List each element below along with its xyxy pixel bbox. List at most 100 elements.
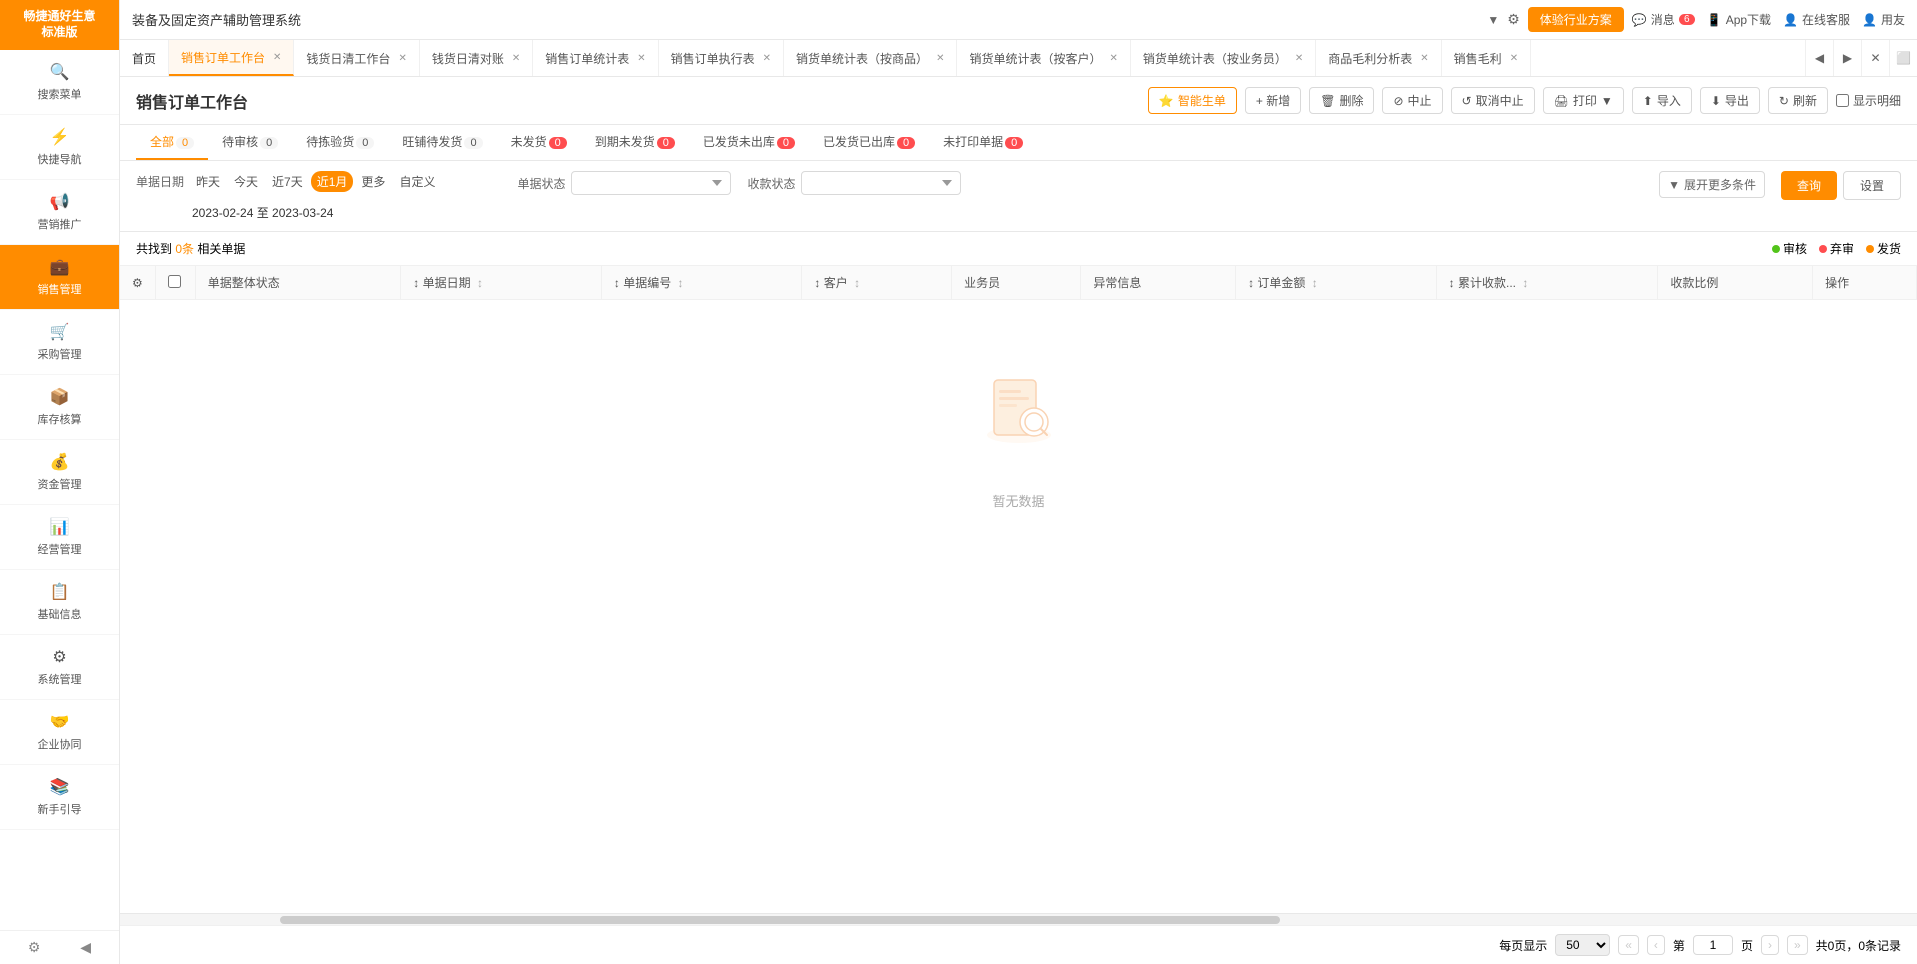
topbar-dropdown-icon[interactable]: ▼ <box>1487 13 1499 27</box>
refresh-btn[interactable]: ↻ 刷新 <box>1768 87 1828 114</box>
page-input[interactable] <box>1693 935 1733 955</box>
tab-close-sales-order-exec[interactable]: ✕ <box>763 53 771 64</box>
sidebar-item-search[interactable]: 🔍搜索菜单 <box>0 50 119 115</box>
tab-close-sales-stat-by-staff[interactable]: ✕ <box>1295 53 1303 64</box>
tab-maximize-btn[interactable]: ⬜ <box>1889 40 1917 76</box>
th-customer[interactable]: ↕ 客户 ↕ <box>802 266 952 300</box>
settings-filter-btn[interactable]: 设置 <box>1843 171 1901 200</box>
messages-action[interactable]: 💬 消息 6 <box>1632 11 1695 28</box>
count-link[interactable]: 0条 <box>175 242 194 256</box>
tab-close-sales-stat-by-product[interactable]: ✕ <box>936 53 944 64</box>
table-scroll-area[interactable]: ⚙ 单据整体状态 ↕ 单据日期 ↕ ↕ 单据编号 ↕ ↕ 客户 ↕ 业务员 异常… <box>120 266 1917 913</box>
subtab-all[interactable]: 全部0 <box>136 125 208 160</box>
stop-btn[interactable]: ⊘ 中止 <box>1382 87 1442 114</box>
sidebar-item-inventory[interactable]: 📦库存核算 <box>0 375 119 440</box>
sidebar-item-basic-info[interactable]: 📋基础信息 <box>0 570 119 635</box>
prev-page-btn[interactable]: ‹ <box>1647 935 1665 955</box>
sidebar-settings-btn[interactable]: ⚙ <box>28 939 41 956</box>
tab-cash-reconcile[interactable]: 钱货日清对账✕ <box>420 40 533 76</box>
th-number[interactable]: ↕ 单据编号 ↕ <box>601 266 802 300</box>
delete-btn[interactable]: 🗑 删除 <box>1309 87 1374 114</box>
first-page-btn[interactable]: « <box>1618 935 1639 955</box>
tab-sales-order-stat[interactable]: 销售订单统计表✕ <box>533 40 658 76</box>
tab-sales-profit[interactable]: 销售毛利✕ <box>1442 40 1531 76</box>
show-detail-checkbox[interactable]: 显示明细 <box>1836 92 1901 109</box>
tab-close-cash-daily[interactable]: ✕ <box>398 53 406 64</box>
th-setting[interactable]: ⚙ <box>120 266 155 300</box>
tab-sales-order-exec[interactable]: 销售订单执行表 ✕ <box>659 40 784 76</box>
date-filter-btn-近7天[interactable]: 近7天 <box>266 171 309 192</box>
tab-product-margin[interactable]: 商品毛利分析表✕ <box>1316 40 1441 76</box>
tab-label-sales-order-exec: 销售订单执行表 <box>671 50 755 67</box>
sidebar-item-sales[interactable]: 💼销售管理 <box>0 245 119 310</box>
tab-close-product-margin[interactable]: ✕ <box>1420 53 1428 64</box>
th-checkbox[interactable] <box>155 266 195 300</box>
import-btn[interactable]: ⬆ 导入 <box>1632 87 1692 114</box>
user-action[interactable]: 👤 用友 <box>1862 11 1905 28</box>
select-all-checkbox[interactable] <box>168 275 181 288</box>
cancel-stop-btn[interactable]: ↺ 取消中止 <box>1451 87 1535 114</box>
tab-home[interactable]: 首页 <box>120 40 169 76</box>
sidebar-collapse-btn[interactable]: ◀ <box>80 939 91 956</box>
print-btn[interactable]: 🖨 打印 ▼ <box>1543 87 1624 114</box>
date-filter-btn-更多[interactable]: 更多 <box>355 171 391 192</box>
page-size-select[interactable]: 50 100 200 <box>1555 934 1610 956</box>
tab-close-sales-stat-by-customer[interactable]: ✕ <box>1109 53 1117 64</box>
sidebar-item-cooperation[interactable]: 🤝企业协同 <box>0 700 119 765</box>
subtab-not-shipped[interactable]: 未发货0 <box>497 125 581 160</box>
subtab-wangpu-pending[interactable]: 旺铺待发货0 <box>388 125 496 160</box>
tab-close-sales-order[interactable]: ✕ <box>273 52 281 63</box>
th-amount[interactable]: ↕ 订单金额 ↕ <box>1236 266 1437 300</box>
tab-next-btn[interactable]: ▶ <box>1833 40 1861 76</box>
subtab-shipped-out[interactable]: 已发货已出库0 <box>809 125 929 160</box>
subtab-not-printed[interactable]: 未打印单据0 <box>929 125 1037 160</box>
sidebar-item-guide[interactable]: 📚新手引导 <box>0 765 119 830</box>
subtab-shipped-not-out[interactable]: 已发货未出库0 <box>689 125 809 160</box>
scrollbar-thumb[interactable] <box>280 916 1280 924</box>
scrollbar-area[interactable] <box>120 913 1917 925</box>
tab-close-sales-profit[interactable]: ✕ <box>1510 53 1518 64</box>
table-action-review[interactable]: 审核 <box>1772 240 1807 257</box>
last-page-btn[interactable]: » <box>1787 935 1808 955</box>
experience-btn[interactable]: 体验行业方案 <box>1528 7 1624 32</box>
tab-sales-stat-by-product[interactable]: 销货单统计表（按商品）✕ <box>784 40 957 76</box>
topbar-settings-icon[interactable]: ⚙ <box>1507 11 1520 28</box>
sidebar-item-system[interactable]: ⚙系统管理 <box>0 635 119 700</box>
subtab-pending-review[interactable]: 待审核0 <box>208 125 292 160</box>
expand-filter-btn[interactable]: ▼ 展开更多条件 <box>1659 171 1765 198</box>
date-filter-btn-今天[interactable]: 今天 <box>228 171 264 192</box>
sidebar-item-finance[interactable]: 💰资金管理 <box>0 440 119 505</box>
tab-close-cash-reconcile[interactable]: ✕ <box>512 53 520 64</box>
add-btn[interactable]: + 新增 <box>1245 87 1301 114</box>
status-filter-select[interactable] <box>571 171 731 195</box>
th-date[interactable]: ↕ 单据日期 ↕ <box>401 266 602 300</box>
th-collected[interactable]: ↕ 累计收款... ↕ <box>1436 266 1658 300</box>
next-page-btn[interactable]: › <box>1761 935 1779 955</box>
tab-sales-order[interactable]: 销售订单工作台✕ <box>169 40 294 76</box>
date-filter-btn-昨天[interactable]: 昨天 <box>190 171 226 192</box>
tab-sales-stat-by-staff[interactable]: 销货单统计表（按业务员）✕ <box>1131 40 1316 76</box>
export-btn[interactable]: ⬇ 导出 <box>1700 87 1760 114</box>
date-filter-btn-近1月[interactable]: 近1月 <box>311 171 354 192</box>
online-service-action[interactable]: 👤 在线客服 <box>1783 11 1850 28</box>
smart-generate-btn[interactable]: ⭐ 智能生单 <box>1148 87 1237 114</box>
tab-close-all-btn[interactable]: ✕ <box>1861 40 1889 76</box>
tab-close-sales-order-stat[interactable]: ✕ <box>637 53 645 64</box>
sidebar-item-purchase[interactable]: 🛒采购管理 <box>0 310 119 375</box>
sidebar-item-marketing[interactable]: 📢营销推广 <box>0 180 119 245</box>
payment-filter-select[interactable] <box>801 171 961 195</box>
tab-prev-btn[interactable]: ◀ <box>1805 40 1833 76</box>
table-action-ship[interactable]: 发货 <box>1866 240 1901 257</box>
sidebar-logo: 畅捷通好生意 标准版 <box>0 0 119 50</box>
subtab-pending-inspect[interactable]: 待拣验货0 <box>292 125 388 160</box>
query-btn[interactable]: 查询 <box>1781 171 1837 200</box>
show-detail-input[interactable] <box>1836 94 1849 107</box>
subtab-expired-not-shipped[interactable]: 到期未发货0 <box>581 125 689 160</box>
sidebar-item-shortcut[interactable]: ⚡快捷导航 <box>0 115 119 180</box>
tab-sales-stat-by-customer[interactable]: 销货单统计表（按客户）✕ <box>957 40 1130 76</box>
table-action-cancel-review[interactable]: 弃审 <box>1819 240 1854 257</box>
date-filter-btn-自定义[interactable]: 自定义 <box>393 171 441 192</box>
tab-cash-daily[interactable]: 钱货日清工作台✕ <box>294 40 419 76</box>
sidebar-item-operation[interactable]: 📊经营管理 <box>0 505 119 570</box>
app-download-action[interactable]: 📱 App下载 <box>1707 11 1771 28</box>
